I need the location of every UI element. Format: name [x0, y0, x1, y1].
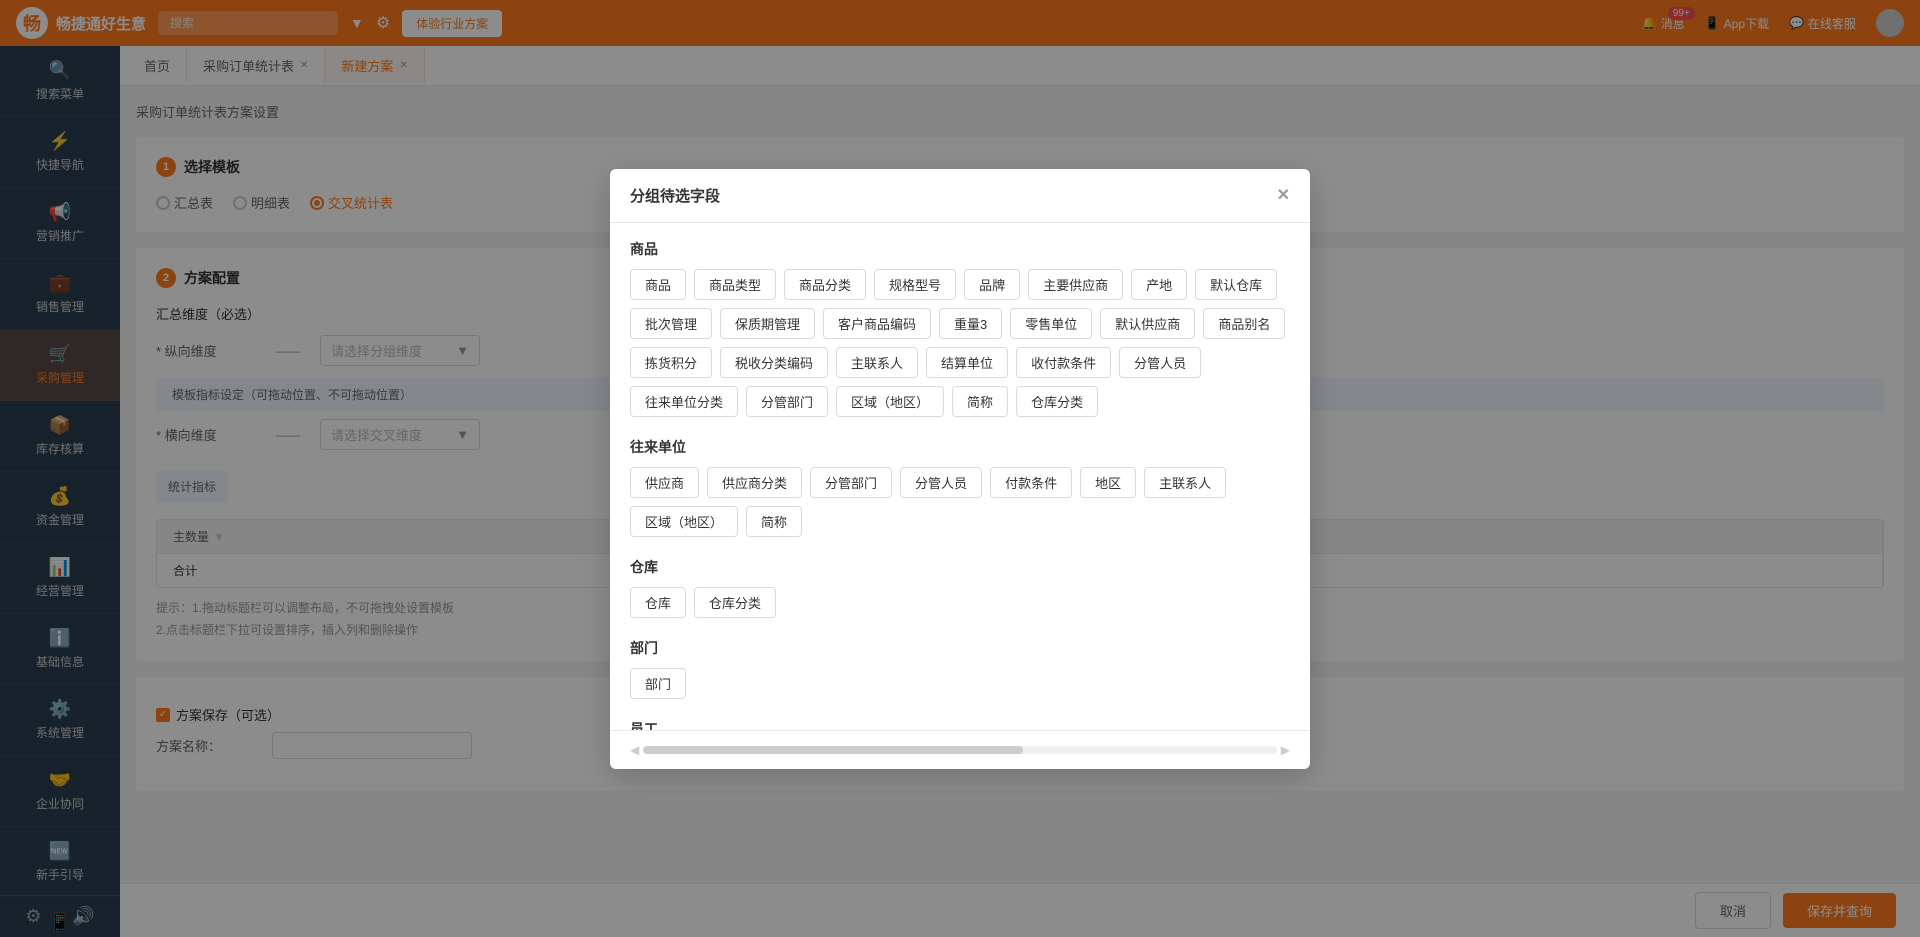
horizontal-scrollbar-thumb[interactable]	[643, 746, 1023, 754]
modal-section-employee: 员工 业务员	[630, 719, 1290, 730]
field-tag-spec-model[interactable]: 规格型号	[874, 269, 956, 300]
field-tag-area[interactable]: 地区	[1080, 467, 1136, 498]
field-tag-main-contact[interactable]: 主联系人	[836, 347, 918, 378]
product-section-title: 商品	[630, 239, 1290, 259]
field-tag-warehouse-category[interactable]: 仓库分类	[1016, 386, 1098, 417]
field-tag-settlement-unit[interactable]: 结算单位	[926, 347, 1008, 378]
field-tag-retail-unit[interactable]: 零售单位	[1010, 308, 1092, 339]
field-tag-region-district[interactable]: 区域（地区）	[836, 386, 944, 417]
field-tag-partner-contact[interactable]: 主联系人	[1144, 467, 1226, 498]
field-tag-tax-code[interactable]: 税收分类编码	[720, 347, 828, 378]
field-tag-partner-dept[interactable]: 分管部门	[810, 467, 892, 498]
field-selection-modal: 分组待选字段 ✕ 商品 商品 商品类型 商品分类 规格型号 品牌 主要供应商 产…	[610, 169, 1310, 769]
warehouse-section-title: 仓库	[630, 557, 1290, 577]
field-tag-managing-staff[interactable]: 分管人员	[1119, 347, 1201, 378]
field-tag-warehouse-cat[interactable]: 仓库分类	[694, 587, 776, 618]
field-tag-pick-points[interactable]: 拣货积分	[630, 347, 712, 378]
employee-section-title: 员工	[630, 719, 1290, 730]
horizontal-scrollbar-track[interactable]	[643, 746, 1277, 754]
scrollbar-right-arrow[interactable]: ▶	[1281, 743, 1290, 757]
field-tag-partner-shortname[interactable]: 简称	[746, 506, 802, 537]
modal-section-product: 商品 商品 商品类型 商品分类 规格型号 品牌 主要供应商 产地 默认仓库 批次…	[630, 239, 1290, 417]
field-tag-main-supplier[interactable]: 主要供应商	[1028, 269, 1123, 300]
modal-body[interactable]: 商品 商品 商品类型 商品分类 规格型号 品牌 主要供应商 产地 默认仓库 批次…	[610, 223, 1310, 730]
modal-section-partner: 往来单位 供应商 供应商分类 分管部门 分管人员 付款条件 地区 主联系人 区域…	[630, 437, 1290, 537]
field-tag-department[interactable]: 部门	[630, 668, 686, 699]
modal-header: 分组待选字段 ✕	[610, 169, 1310, 223]
field-tag-supplier[interactable]: 供应商	[630, 467, 699, 498]
modal-section-department: 部门 部门	[630, 638, 1290, 699]
field-tag-expiry-mgmt[interactable]: 保质期管理	[720, 308, 815, 339]
field-tag-batch-mgmt[interactable]: 批次管理	[630, 308, 712, 339]
department-section-title: 部门	[630, 638, 1290, 658]
field-tag-partner-category[interactable]: 往来单位分类	[630, 386, 738, 417]
modal-close-button[interactable]: ✕	[1277, 185, 1290, 205]
field-tag-managing-dept[interactable]: 分管部门	[746, 386, 828, 417]
modal-scrollbar-area[interactable]: ◀ ▶	[630, 743, 1290, 757]
scrollbar-left-arrow[interactable]: ◀	[630, 743, 639, 757]
department-field-tags: 部门	[630, 668, 1290, 699]
partner-field-tags: 供应商 供应商分类 分管部门 分管人员 付款条件 地区 主联系人 区域（地区） …	[630, 467, 1290, 537]
modal-section-warehouse: 仓库 仓库 仓库分类	[630, 557, 1290, 618]
field-tag-product-category[interactable]: 商品分类	[784, 269, 866, 300]
field-tag-payment-condition[interactable]: 付款条件	[990, 467, 1072, 498]
field-tag-partner-region[interactable]: 区域（地区）	[630, 506, 738, 537]
field-tag-origin[interactable]: 产地	[1131, 269, 1187, 300]
warehouse-field-tags: 仓库 仓库分类	[630, 587, 1290, 618]
field-tag-customer-code[interactable]: 客户商品编码	[823, 308, 931, 339]
field-tag-default-supplier[interactable]: 默认供应商	[1100, 308, 1195, 339]
field-tag-warehouse[interactable]: 仓库	[630, 587, 686, 618]
modal-footer: ◀ ▶	[610, 730, 1310, 769]
field-tag-partner-staff[interactable]: 分管人员	[900, 467, 982, 498]
modal-title: 分组待选字段	[630, 185, 720, 206]
product-field-tags: 商品 商品类型 商品分类 规格型号 品牌 主要供应商 产地 默认仓库 批次管理 …	[630, 269, 1290, 417]
field-tag-default-warehouse[interactable]: 默认仓库	[1195, 269, 1277, 300]
field-tag-product-type[interactable]: 商品类型	[694, 269, 776, 300]
field-tag-weight3[interactable]: 重量3	[939, 308, 1002, 339]
field-tag-short-name[interactable]: 简称	[952, 386, 1008, 417]
field-tag-supplier-category[interactable]: 供应商分类	[707, 467, 802, 498]
field-tag-payment-terms[interactable]: 收付款条件	[1016, 347, 1111, 378]
modal-overlay: 分组待选字段 ✕ 商品 商品 商品类型 商品分类 规格型号 品牌 主要供应商 产…	[0, 0, 1920, 937]
field-tag-product-alias[interactable]: 商品别名	[1203, 308, 1285, 339]
partner-section-title: 往来单位	[630, 437, 1290, 457]
field-tag-brand[interactable]: 品牌	[964, 269, 1020, 300]
field-tag-product[interactable]: 商品	[630, 269, 686, 300]
